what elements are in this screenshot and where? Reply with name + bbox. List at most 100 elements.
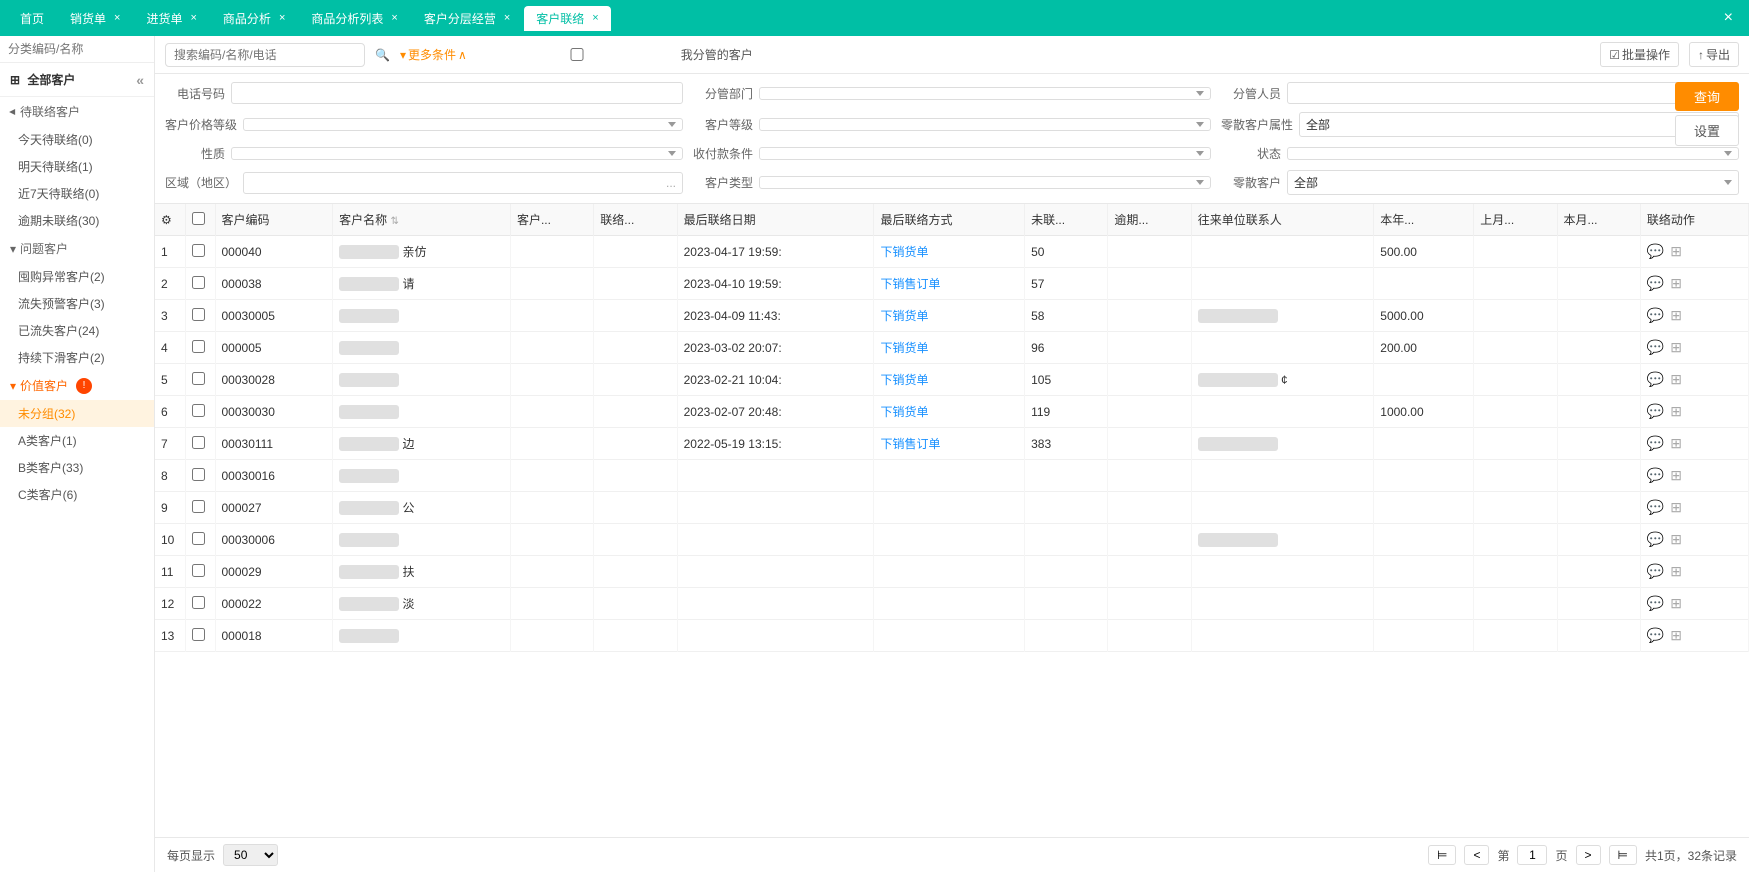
retail-attr-select[interactable]: 全部	[1299, 112, 1739, 137]
grid-icon[interactable]: ⊞	[1670, 563, 1682, 580]
sidebar-item-lost[interactable]: 已流失客户(24)	[0, 317, 154, 344]
sidebar-item-abnormal[interactable]: 囤购异常客户(2)	[0, 263, 154, 290]
grid-icon[interactable]: ⊞	[1670, 275, 1682, 292]
nav-purchase[interactable]: 进货单 ×	[134, 6, 208, 31]
my-customers-checkbox[interactable]	[477, 48, 677, 61]
nav-customer-contact[interactable]: 客户联络 ×	[524, 6, 610, 31]
payment-select[interactable]	[759, 147, 1211, 160]
row-select-checkbox[interactable]	[192, 500, 205, 513]
grid-icon[interactable]: ⊞	[1670, 467, 1682, 484]
customer-type-select[interactable]	[759, 176, 1211, 189]
close-purchase-tab[interactable]: ×	[190, 12, 196, 24]
row-checkbox[interactable]	[185, 556, 215, 588]
close-product-analysis-tab[interactable]: ×	[279, 12, 285, 24]
export-button[interactable]: ↑ 导出	[1689, 42, 1739, 67]
nav-home[interactable]: 首页	[8, 6, 56, 31]
nav-sales[interactable]: 销货单 ×	[58, 6, 132, 31]
row-checkbox[interactable]	[185, 460, 215, 492]
chat-icon[interactable]: 💬	[1647, 435, 1664, 452]
retail-customer-select[interactable]: 全部	[1287, 170, 1739, 195]
chat-icon[interactable]: 💬	[1647, 467, 1664, 484]
customer-level-select[interactable]	[759, 118, 1211, 131]
sidebar-item-overdue-pending[interactable]: 逾期未联络(30)	[0, 207, 154, 234]
grid-icon[interactable]: ⊞	[1670, 403, 1682, 420]
row-select-checkbox[interactable]	[192, 244, 205, 257]
col-type-header[interactable]: 客户...	[510, 204, 593, 236]
row-select-checkbox[interactable]	[192, 340, 205, 353]
row-select-checkbox[interactable]	[192, 628, 205, 641]
page-number-input[interactable]	[1517, 845, 1547, 865]
row-select-checkbox[interactable]	[192, 276, 205, 289]
chat-icon[interactable]: 💬	[1647, 627, 1664, 644]
row-last-method[interactable]: 下销售订单	[874, 268, 1025, 300]
sidebar-item-class-c[interactable]: C类客户(6)	[0, 481, 154, 508]
prev-page-button[interactable]: <	[1464, 845, 1489, 865]
col-name-header[interactable]: 客户名称 ⇅	[333, 204, 511, 236]
price-level-select[interactable]	[243, 118, 683, 131]
col-uncontacted-header[interactable]: 未联...	[1025, 204, 1108, 236]
all-customers-item[interactable]: ⊞ 全部客户 «	[0, 63, 154, 97]
row-checkbox[interactable]	[185, 268, 215, 300]
col-settings[interactable]: ⚙	[155, 204, 185, 236]
next-page-button[interactable]: >	[1576, 845, 1601, 865]
my-customers-checkbox-label[interactable]: 我分管的客户	[477, 46, 753, 63]
chat-icon[interactable]: 💬	[1647, 371, 1664, 388]
grid-icon[interactable]: ⊞	[1670, 595, 1682, 612]
chat-icon[interactable]: 💬	[1647, 339, 1664, 356]
chat-icon[interactable]: 💬	[1647, 563, 1664, 580]
nav-product-analysis[interactable]: 商品分析 ×	[211, 6, 297, 31]
phone-input[interactable]	[231, 82, 683, 104]
col-contact-header[interactable]: 联络...	[594, 204, 677, 236]
sidebar-item-7day-pending[interactable]: 近7天待联络(0)	[0, 180, 154, 207]
more-conditions-toggle[interactable]: ▾ 更多条件 ∧	[400, 46, 467, 63]
nature-select[interactable]	[231, 147, 683, 160]
row-checkbox[interactable]	[185, 428, 215, 460]
category-search-input[interactable]	[8, 42, 155, 56]
close-customer-segment-tab[interactable]: ×	[504, 12, 510, 24]
manager-input[interactable]: ...	[1287, 82, 1739, 104]
status-select[interactable]	[1287, 147, 1739, 160]
last-method-link[interactable]: 下销售订单	[880, 437, 940, 451]
row-last-method[interactable]: 下销货单	[874, 300, 1025, 332]
row-checkbox[interactable]	[185, 332, 215, 364]
first-page-button[interactable]: ⊨	[1428, 845, 1456, 865]
last-page-button[interactable]: ⊨	[1609, 845, 1637, 865]
last-method-link[interactable]: 下销货单	[880, 245, 928, 259]
last-method-link[interactable]: 下销货单	[880, 309, 928, 323]
row-checkbox[interactable]	[185, 492, 215, 524]
row-checkbox[interactable]	[185, 364, 215, 396]
col-last-month-header[interactable]: 上月...	[1474, 204, 1557, 236]
window-close-button[interactable]: ×	[1716, 9, 1741, 27]
chat-icon[interactable]: 💬	[1647, 243, 1664, 260]
reset-button[interactable]: 设置	[1675, 115, 1739, 146]
col-overdue-header[interactable]: 逾期...	[1108, 204, 1191, 236]
row-checkbox[interactable]	[185, 588, 215, 620]
search-submit-icon[interactable]: 🔍	[375, 48, 390, 62]
row-last-method[interactable]: 下销货单	[874, 364, 1025, 396]
row-checkbox[interactable]	[185, 396, 215, 428]
col-this-month-header[interactable]: 本月...	[1557, 204, 1640, 236]
grid-icon[interactable]: ⊞	[1670, 499, 1682, 516]
sidebar-item-loss-warning[interactable]: 流失预警客户(3)	[0, 290, 154, 317]
col-this-year-header[interactable]: 本年...	[1374, 204, 1474, 236]
row-last-method[interactable]: 下销货单	[874, 332, 1025, 364]
chat-icon[interactable]: 💬	[1647, 403, 1664, 420]
grid-icon[interactable]: ⊞	[1670, 371, 1682, 388]
row-select-checkbox[interactable]	[192, 532, 205, 545]
select-all-checkbox[interactable]	[192, 212, 205, 225]
section-pending-contact[interactable]: ▾ 待联络客户	[0, 97, 154, 126]
last-method-link[interactable]: 下销货单	[880, 405, 928, 419]
close-product-analysis-list-tab[interactable]: ×	[391, 12, 397, 24]
chat-icon[interactable]: 💬	[1647, 275, 1664, 292]
query-button[interactable]: 查询	[1675, 82, 1739, 111]
section-problem-customers[interactable]: ▾ 问题客户	[0, 234, 154, 263]
grid-icon[interactable]: ⊞	[1670, 243, 1682, 260]
row-checkbox[interactable]	[185, 236, 215, 268]
row-select-checkbox[interactable]	[192, 436, 205, 449]
nav-product-analysis-list[interactable]: 商品分析列表 ×	[299, 6, 409, 31]
chat-icon[interactable]: 💬	[1647, 531, 1664, 548]
grid-icon[interactable]: ⊞	[1670, 339, 1682, 356]
row-select-checkbox[interactable]	[192, 372, 205, 385]
section-value-customers[interactable]: ▾ 价值客户 !	[0, 371, 154, 400]
col-last-date-header[interactable]: 最后联络日期	[677, 204, 874, 236]
